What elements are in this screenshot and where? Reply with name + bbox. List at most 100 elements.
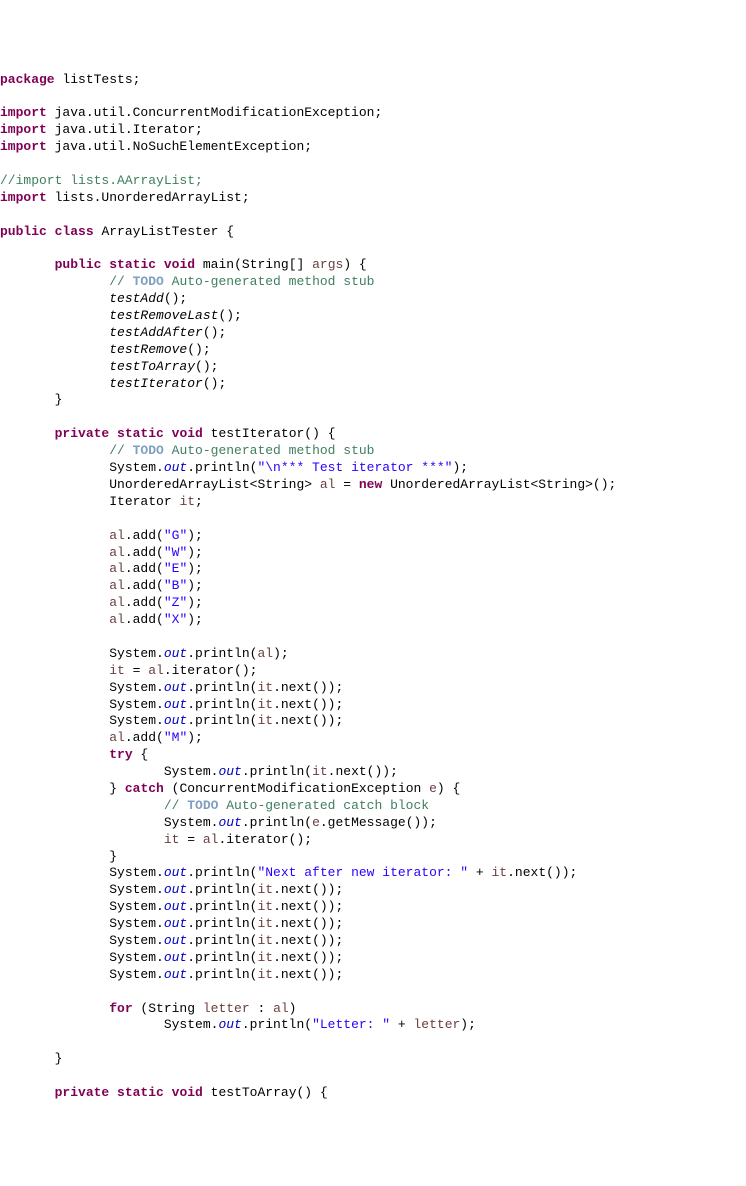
keyword-class: class (55, 224, 94, 239)
out-field: out (218, 1017, 241, 1032)
main-sig-end: ) { (343, 257, 366, 272)
var-al: al (109, 730, 125, 745)
iterator-type: Iterator (109, 494, 179, 509)
keyword-package: package (0, 72, 55, 87)
comment-import: //import lists.AArrayList; (0, 173, 203, 188)
keyword-new: new (359, 477, 382, 492)
system: System. (109, 950, 164, 965)
system: System. (109, 697, 164, 712)
add-open: .add( (125, 545, 164, 560)
todo-word: TODO (187, 798, 218, 813)
todo-prefix: // (164, 798, 187, 813)
println: .println( (242, 1017, 312, 1032)
out-field: out (164, 713, 187, 728)
println: .println( (242, 815, 312, 830)
out-field: out (164, 899, 187, 914)
param-args: args (312, 257, 343, 272)
out-field: out (164, 865, 187, 880)
ual-type: UnorderedArrayList<String> (109, 477, 320, 492)
var-it: it (257, 950, 273, 965)
var-al: al (109, 595, 125, 610)
keyword-static: static (109, 257, 156, 272)
class-name: ArrayListTester { (94, 224, 234, 239)
end: ); (187, 578, 203, 593)
end: ); (187, 561, 203, 576)
system: System. (109, 882, 164, 897)
close-brace: } (55, 1051, 63, 1066)
keyword-for: for (109, 1001, 132, 1016)
todo-suffix: Auto-generated method stub (164, 274, 375, 289)
call-testRemove: testRemove (109, 342, 187, 357)
var-it: it (179, 494, 195, 509)
eq: = (179, 832, 202, 847)
keyword-import: import (0, 105, 47, 120)
var-al: al (320, 477, 336, 492)
println: .println( (187, 680, 257, 695)
add-open: .add( (125, 578, 164, 593)
println: .println( (242, 764, 312, 779)
println: .println( (187, 865, 257, 880)
var-it: it (257, 916, 273, 931)
var-it: it (257, 680, 273, 695)
for-sig1: (String (133, 1001, 203, 1016)
close-brace: } (109, 781, 117, 796)
out-field: out (164, 916, 187, 931)
close-brace: } (55, 392, 63, 407)
todo-word: TODO (133, 274, 164, 289)
var-al: al (109, 545, 125, 560)
var-al: al (257, 646, 273, 661)
keyword-static: static (117, 1085, 164, 1100)
for-sig3: ) (289, 1001, 297, 1016)
str-test-iterator: "\n*** Test iterator ***" (257, 460, 452, 475)
call-testRemoveLast: testRemoveLast (109, 308, 218, 323)
system: System. (109, 916, 164, 931)
var-it: it (257, 713, 273, 728)
system: System. (109, 899, 164, 914)
println: .println( (187, 967, 257, 982)
todo-prefix: // (109, 274, 132, 289)
import-1: java.util.ConcurrentModificationExceptio… (47, 105, 382, 120)
str-M: "M" (164, 730, 187, 745)
out-field: out (164, 882, 187, 897)
next-call: .next()); (273, 967, 343, 982)
println: .println( (187, 899, 257, 914)
next-call: .next()); (328, 764, 398, 779)
testToArray-sig: testToArray() { (203, 1085, 328, 1100)
str-X: "X" (164, 612, 187, 627)
out-field: out (164, 460, 187, 475)
call-suffix: (); (187, 342, 210, 357)
keyword-void: void (172, 426, 203, 441)
keyword-void: void (172, 1085, 203, 1100)
end: ); (187, 528, 203, 543)
str-W: "W" (164, 545, 187, 560)
keyword-try: try (109, 747, 132, 762)
end: ); (187, 545, 203, 560)
import-2: java.util.Iterator; (47, 122, 203, 137)
call-suffix: (); (203, 376, 226, 391)
keyword-public: public (55, 257, 102, 272)
add-open: .add( (125, 730, 164, 745)
var-e: e (312, 815, 320, 830)
str-letter: "Letter: " (312, 1017, 390, 1032)
var-al: al (273, 1001, 289, 1016)
call-testAdd: testAdd (109, 291, 164, 306)
out-field: out (164, 680, 187, 695)
next-call: .next()); (273, 933, 343, 948)
todo-catch: Auto-generated catch block (218, 798, 429, 813)
var-al: al (109, 561, 125, 576)
str-G: "G" (164, 528, 187, 543)
var-al: al (109, 612, 125, 627)
close-brace: } (109, 849, 117, 864)
keyword-import: import (0, 139, 47, 154)
todo-word: TODO (133, 443, 164, 458)
add-open: .add( (125, 561, 164, 576)
system: System. (164, 1017, 219, 1032)
var-it: it (257, 882, 273, 897)
keyword-public: public (0, 224, 47, 239)
println: .println( (187, 460, 257, 475)
system: System. (109, 967, 164, 982)
call-suffix: (); (164, 291, 187, 306)
var-it: it (164, 832, 180, 847)
for-sig2: : (250, 1001, 273, 1016)
next-call: .next()); (273, 713, 343, 728)
